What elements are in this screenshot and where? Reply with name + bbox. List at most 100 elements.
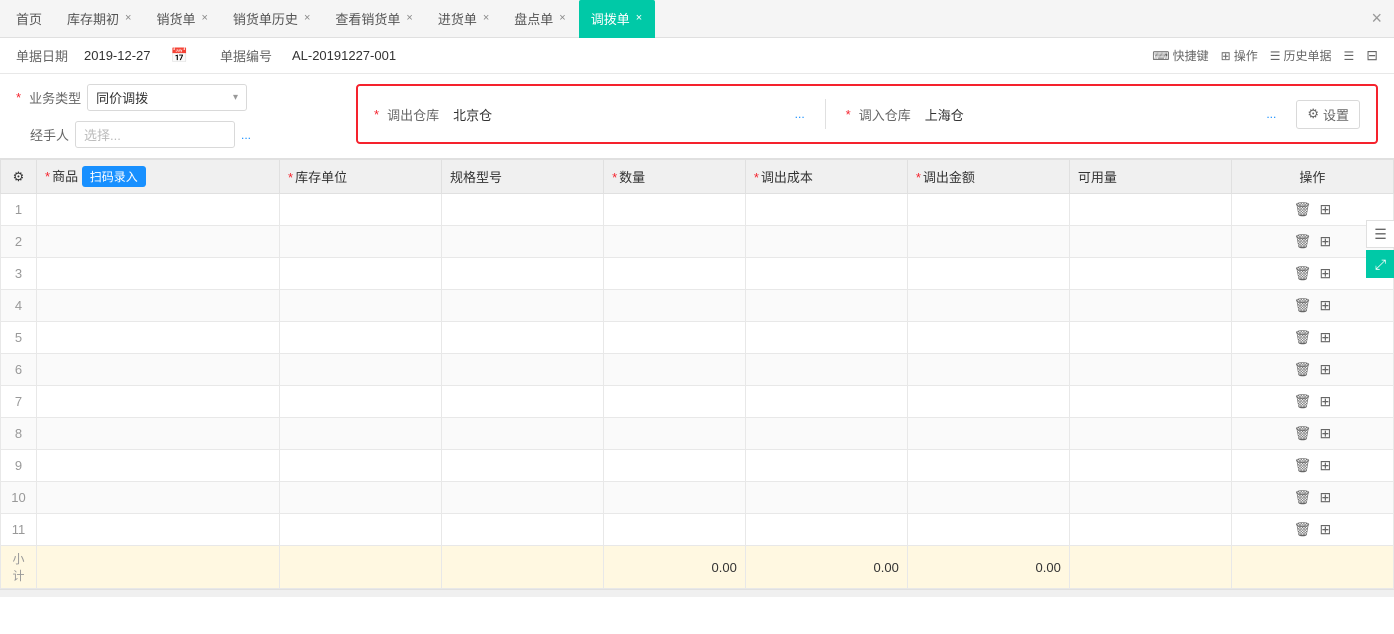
copy-icon[interactable]: ⊞ [1319,457,1331,474]
cell-unit[interactable] [280,226,442,258]
business-type-select[interactable]: 同价调拨 ▾ [87,84,247,111]
cell-cost[interactable] [745,226,907,258]
operations-btn[interactable]: ⊞ 操作 [1221,47,1258,64]
cell-amount[interactable] [907,226,1069,258]
delete-icon[interactable]: 🗑 [1294,361,1312,378]
cell-product[interactable] [37,354,280,386]
shortcuts-btn[interactable]: ⌨ 快捷键 [1152,47,1208,64]
cell-spec[interactable] [442,386,604,418]
tab-close-transfer[interactable]: × [636,13,642,24]
window-close-icon[interactable]: × [1371,8,1382,29]
cell-available[interactable] [1069,194,1231,226]
cell-available[interactable] [1069,226,1231,258]
cell-available[interactable] [1069,290,1231,322]
cell-spec[interactable] [442,226,604,258]
cell-cost[interactable] [745,194,907,226]
copy-icon[interactable]: ⊞ [1319,521,1331,538]
cell-product[interactable] [37,322,280,354]
horizontal-scrollbar[interactable] [0,589,1394,597]
cell-product[interactable] [37,258,280,290]
cell-amount[interactable] [907,322,1069,354]
delete-icon[interactable]: 🗑 [1294,265,1312,282]
cell-unit[interactable] [280,386,442,418]
copy-icon[interactable]: ⊞ [1319,425,1331,442]
delete-icon[interactable]: 🗑 [1294,393,1312,410]
cell-spec[interactable] [442,450,604,482]
cell-available[interactable] [1069,322,1231,354]
cell-product[interactable] [37,418,280,450]
tab-view-sales[interactable]: 查看销货单× [323,0,425,38]
copy-icon[interactable]: ⊞ [1319,233,1331,250]
copy-icon[interactable]: ⊞ [1319,265,1331,282]
cell-spec[interactable] [442,194,604,226]
tab-purchase-order[interactable]: 进货单× [426,0,502,38]
scan-btn[interactable]: 扫码录入 [82,166,146,187]
tab-transfer[interactable]: 调拨单× [579,0,655,38]
copy-icon[interactable]: ⊞ [1319,329,1331,346]
cell-cost[interactable] [745,386,907,418]
cell-unit[interactable] [280,354,442,386]
cell-cost[interactable] [745,514,907,546]
cell-available[interactable] [1069,418,1231,450]
delete-icon[interactable]: 🗑 [1294,521,1312,538]
copy-icon[interactable]: ⊞ [1319,201,1331,218]
cell-unit[interactable] [280,450,442,482]
tab-sales-history[interactable]: 销货单历史× [221,0,323,38]
copy-icon[interactable]: ⊞ [1319,393,1331,410]
tab-close-purchase-order[interactable]: × [483,13,489,24]
copy-icon[interactable]: ⊞ [1319,297,1331,314]
col-gear[interactable]: ⚙ [1,160,37,194]
tab-home[interactable]: 首页 [4,0,55,38]
cell-cost[interactable] [745,290,907,322]
cell-amount[interactable] [907,290,1069,322]
cell-qty[interactable] [604,322,746,354]
cell-qty[interactable] [604,290,746,322]
cell-amount[interactable] [907,450,1069,482]
calendar-icon[interactable]: 📅 [171,47,188,64]
cell-available[interactable] [1069,386,1231,418]
cell-spec[interactable] [442,354,604,386]
cell-spec[interactable] [442,290,604,322]
cell-amount[interactable] [907,194,1069,226]
cell-available[interactable] [1069,450,1231,482]
cell-spec[interactable] [442,514,604,546]
tab-inventory-init[interactable]: 库存期初× [55,0,144,38]
cell-qty[interactable] [604,514,746,546]
cell-amount[interactable] [907,354,1069,386]
cell-unit[interactable] [280,290,442,322]
delete-icon[interactable]: 🗑 [1294,329,1312,346]
cell-qty[interactable] [604,226,746,258]
cell-qty[interactable] [604,418,746,450]
cell-cost[interactable] [745,482,907,514]
cell-unit[interactable] [280,418,442,450]
cell-product[interactable] [37,514,280,546]
cell-available[interactable] [1069,514,1231,546]
cell-product[interactable] [37,226,280,258]
history-btn[interactable]: ☰ 历史单据 [1270,47,1332,64]
cell-cost[interactable] [745,322,907,354]
delete-icon[interactable]: 🗑 [1294,297,1312,314]
cell-available[interactable] [1069,258,1231,290]
cell-qty[interactable] [604,482,746,514]
delete-icon[interactable]: 🗑 [1294,425,1312,442]
cell-amount[interactable] [907,482,1069,514]
settings-button[interactable]: ⚙ 设置 [1296,100,1360,129]
cell-available[interactable] [1069,482,1231,514]
cell-spec[interactable] [442,322,604,354]
cell-spec[interactable] [442,418,604,450]
cell-cost[interactable] [745,418,907,450]
cell-cost[interactable] [745,258,907,290]
layout1-btn[interactable]: ☰ [1344,49,1355,63]
tab-close-sales-order[interactable]: × [201,13,207,24]
cell-qty[interactable] [604,386,746,418]
cell-amount[interactable] [907,386,1069,418]
cell-product[interactable] [37,386,280,418]
float-expand-btn[interactable]: ⤢ [1366,250,1394,278]
cell-cost[interactable] [745,450,907,482]
tab-sales-order[interactable]: 销货单× [144,0,220,38]
cell-amount[interactable] [907,514,1069,546]
cell-spec[interactable] [442,258,604,290]
tab-inventory-check[interactable]: 盘点单× [502,0,578,38]
cell-qty[interactable] [604,450,746,482]
cell-amount[interactable] [907,418,1069,450]
